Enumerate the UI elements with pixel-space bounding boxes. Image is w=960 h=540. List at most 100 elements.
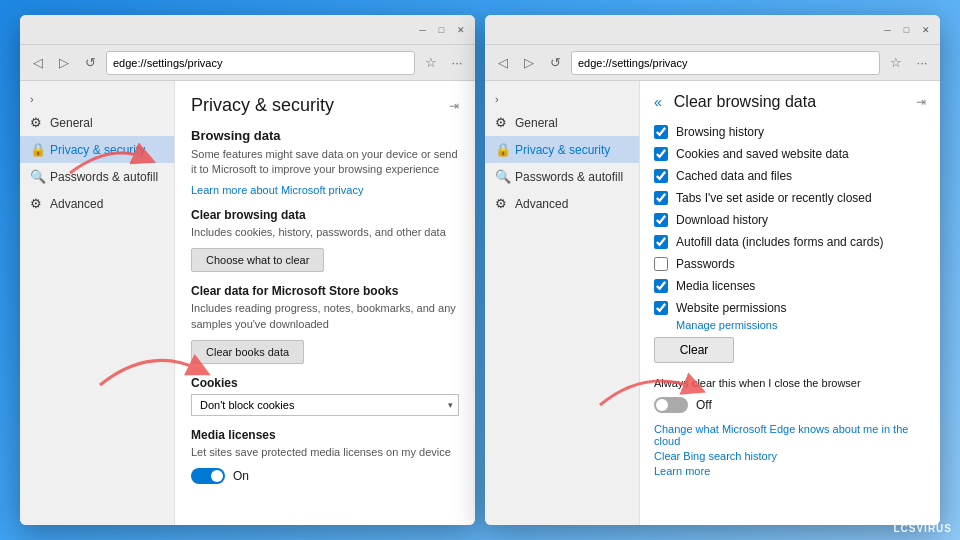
right-general-icon: ⚙	[495, 115, 509, 130]
sidebar-item-advanced[interactable]: ⚙ Advanced	[20, 190, 174, 217]
bing-history-link[interactable]: Clear Bing search history	[654, 450, 926, 462]
learn-more-link[interactable]: Learn more	[654, 465, 926, 477]
cookies-title: Cookies	[191, 376, 459, 390]
browsing-data-desc: Some features might save data on your de…	[191, 147, 459, 178]
right-passwords-icon: 🔍	[495, 169, 509, 184]
right-forward-icon[interactable]: ▷	[519, 53, 539, 73]
checkbox-download-history[interactable]: Download history	[654, 209, 926, 231]
sidebar-item-privacy[interactable]: 🔒 Privacy & security	[20, 136, 174, 163]
back-arrow-icon[interactable]: «	[654, 94, 662, 110]
right-privacy-icon: 🔒	[495, 142, 509, 157]
checkbox-label: Media licenses	[676, 279, 755, 293]
store-books-desc: Includes reading progress, notes, bookma…	[191, 301, 459, 332]
advanced-icon: ⚙	[30, 196, 44, 211]
sidebar-item-label: Privacy & security	[50, 143, 145, 157]
left-browser-body: › ⚙ General 🔒 Privacy & security 🔍 Passw…	[20, 81, 475, 525]
media-licenses-desc: Let sites save protected media licenses …	[191, 445, 459, 460]
sidebar-collapse[interactable]: ›	[20, 89, 174, 109]
clear-button[interactable]: Clear	[654, 337, 734, 363]
sidebar-item-label: Advanced	[50, 197, 103, 211]
sidebar-item-passwords[interactable]: 🔍 Passwords & autofill	[20, 163, 174, 190]
right-sidebar-advanced[interactable]: ⚙ Advanced	[485, 190, 639, 217]
bottom-links: Change what Microsoft Edge knows about m…	[654, 423, 926, 477]
checkboxes-list: Browsing history Cookies and saved websi…	[654, 121, 926, 480]
sidebar-item-label: Passwords & autofill	[515, 170, 623, 184]
right-address-bar[interactable]	[571, 51, 880, 75]
always-clear-toggle[interactable]	[654, 397, 688, 413]
checkbox-tabs-aside[interactable]: Tabs I've set aside or recently closed	[654, 187, 926, 209]
right-close-btn[interactable]: ✕	[919, 23, 932, 36]
right-toolbar: ◁ ▷ ↺ ☆ ···	[485, 45, 940, 81]
cookies-section: Cookies Don't block cookies Block only t…	[191, 376, 459, 416]
privacy-icon: 🔒	[30, 142, 44, 157]
sidebar-item-label: Advanced	[515, 197, 568, 211]
checkbox-autofill[interactable]: Autofill data (includes forms and cards)	[654, 231, 926, 253]
right-sidebar-privacy[interactable]: 🔒 Privacy & security	[485, 136, 639, 163]
checkbox-label: Download history	[676, 213, 768, 227]
right-browser-window: ─ □ ✕ ◁ ▷ ↺ ☆ ··· › ⚙ General 🔒 Privacy …	[485, 15, 940, 525]
right-sidebar: › ⚙ General 🔒 Privacy & security 🔍 Passw…	[485, 81, 640, 525]
choose-what-to-clear-button[interactable]: Choose what to clear	[191, 248, 324, 272]
right-browser-body: › ⚙ General 🔒 Privacy & security 🔍 Passw…	[485, 81, 940, 525]
left-page-title: Privacy & security ⇥	[191, 95, 459, 116]
menu-icon[interactable]: ···	[447, 53, 467, 73]
left-content-area: Privacy & security ⇥ Browsing data Some …	[175, 81, 475, 525]
sidebar-item-general[interactable]: ⚙ General	[20, 109, 174, 136]
sidebar-item-label: Privacy & security	[515, 143, 610, 157]
right-refresh-icon[interactable]: ↺	[545, 53, 565, 73]
cookies-select-wrapper[interactable]: Don't block cookies Block only third-par…	[191, 394, 459, 416]
media-toggle-row: On	[191, 468, 459, 484]
maximize-btn[interactable]: □	[435, 23, 448, 36]
checkbox-label: Website permissions	[676, 301, 786, 315]
checkbox-media-licenses[interactable]: Media licenses	[654, 275, 926, 297]
always-clear-label: Always clear this when I close the brows…	[654, 377, 926, 389]
right-pin-icon: ⇥	[916, 95, 926, 109]
checkbox-label: Tabs I've set aside or recently closed	[676, 191, 872, 205]
checkbox-label: Cached data and files	[676, 169, 792, 183]
address-bar[interactable]	[106, 51, 415, 75]
watermark: LCSVIRUS	[893, 523, 952, 534]
checkbox-passwords[interactable]: Passwords	[654, 253, 926, 275]
media-toggle[interactable]	[191, 468, 225, 484]
right-sidebar-collapse[interactable]: ›	[485, 89, 639, 109]
right-advanced-icon: ⚙	[495, 196, 509, 211]
left-toolbar: ◁ ▷ ↺ ☆ ···	[20, 45, 475, 81]
always-clear-toggle-row: Off	[654, 397, 926, 413]
always-clear-toggle-label: Off	[696, 398, 712, 412]
left-title-bar: ─ □ ✕	[20, 15, 475, 45]
checkbox-label: Passwords	[676, 257, 735, 271]
right-sidebar-passwords[interactable]: 🔍 Passwords & autofill	[485, 163, 639, 190]
checkbox-cached[interactable]: Cached data and files	[654, 165, 926, 187]
right-content-area: « Clear browsing data ⇥ Browsing history…	[640, 81, 940, 525]
left-browser-window: ─ □ ✕ ◁ ▷ ↺ ☆ ··· › ⚙ General 🔒 Privacy …	[20, 15, 475, 525]
right-back-icon[interactable]: ◁	[493, 53, 513, 73]
left-sidebar: › ⚙ General 🔒 Privacy & security 🔍 Passw…	[20, 81, 175, 525]
right-maximize-btn[interactable]: □	[900, 23, 913, 36]
right-minimize-btn[interactable]: ─	[881, 23, 894, 36]
checkbox-browsing-history[interactable]: Browsing history	[654, 121, 926, 143]
sidebar-item-label: General	[50, 116, 93, 130]
clear-browsing-desc: Includes cookies, history, passwords, an…	[191, 225, 459, 240]
learn-more-link[interactable]: Learn more about Microsoft privacy	[191, 184, 459, 196]
sidebar-item-label: Passwords & autofill	[50, 170, 158, 184]
right-sidebar-general[interactable]: ⚙ General	[485, 109, 639, 136]
back-icon[interactable]: ◁	[28, 53, 48, 73]
bookmark-icon[interactable]: ☆	[421, 53, 441, 73]
checkbox-website-permissions[interactable]: Website permissions	[654, 297, 926, 319]
checkbox-cookies[interactable]: Cookies and saved website data	[654, 143, 926, 165]
edge-cloud-link[interactable]: Change what Microsoft Edge knows about m…	[654, 423, 926, 447]
general-icon: ⚙	[30, 115, 44, 130]
close-btn[interactable]: ✕	[454, 23, 467, 36]
clear-books-button[interactable]: Clear books data	[191, 340, 304, 364]
store-books-title: Clear data for Microsoft Store books	[191, 284, 459, 298]
right-menu-icon[interactable]: ···	[912, 53, 932, 73]
manage-permissions-link[interactable]: Manage permissions	[654, 319, 926, 331]
media-licenses-title: Media licenses	[191, 428, 459, 442]
right-bookmark-icon[interactable]: ☆	[886, 53, 906, 73]
minimize-btn[interactable]: ─	[416, 23, 429, 36]
clear-browsing-title: Clear browsing data	[191, 208, 459, 222]
forward-icon[interactable]: ▷	[54, 53, 74, 73]
checkbox-label: Cookies and saved website data	[676, 147, 849, 161]
refresh-icon[interactable]: ↺	[80, 53, 100, 73]
cookies-select[interactable]: Don't block cookies Block only third-par…	[191, 394, 459, 416]
